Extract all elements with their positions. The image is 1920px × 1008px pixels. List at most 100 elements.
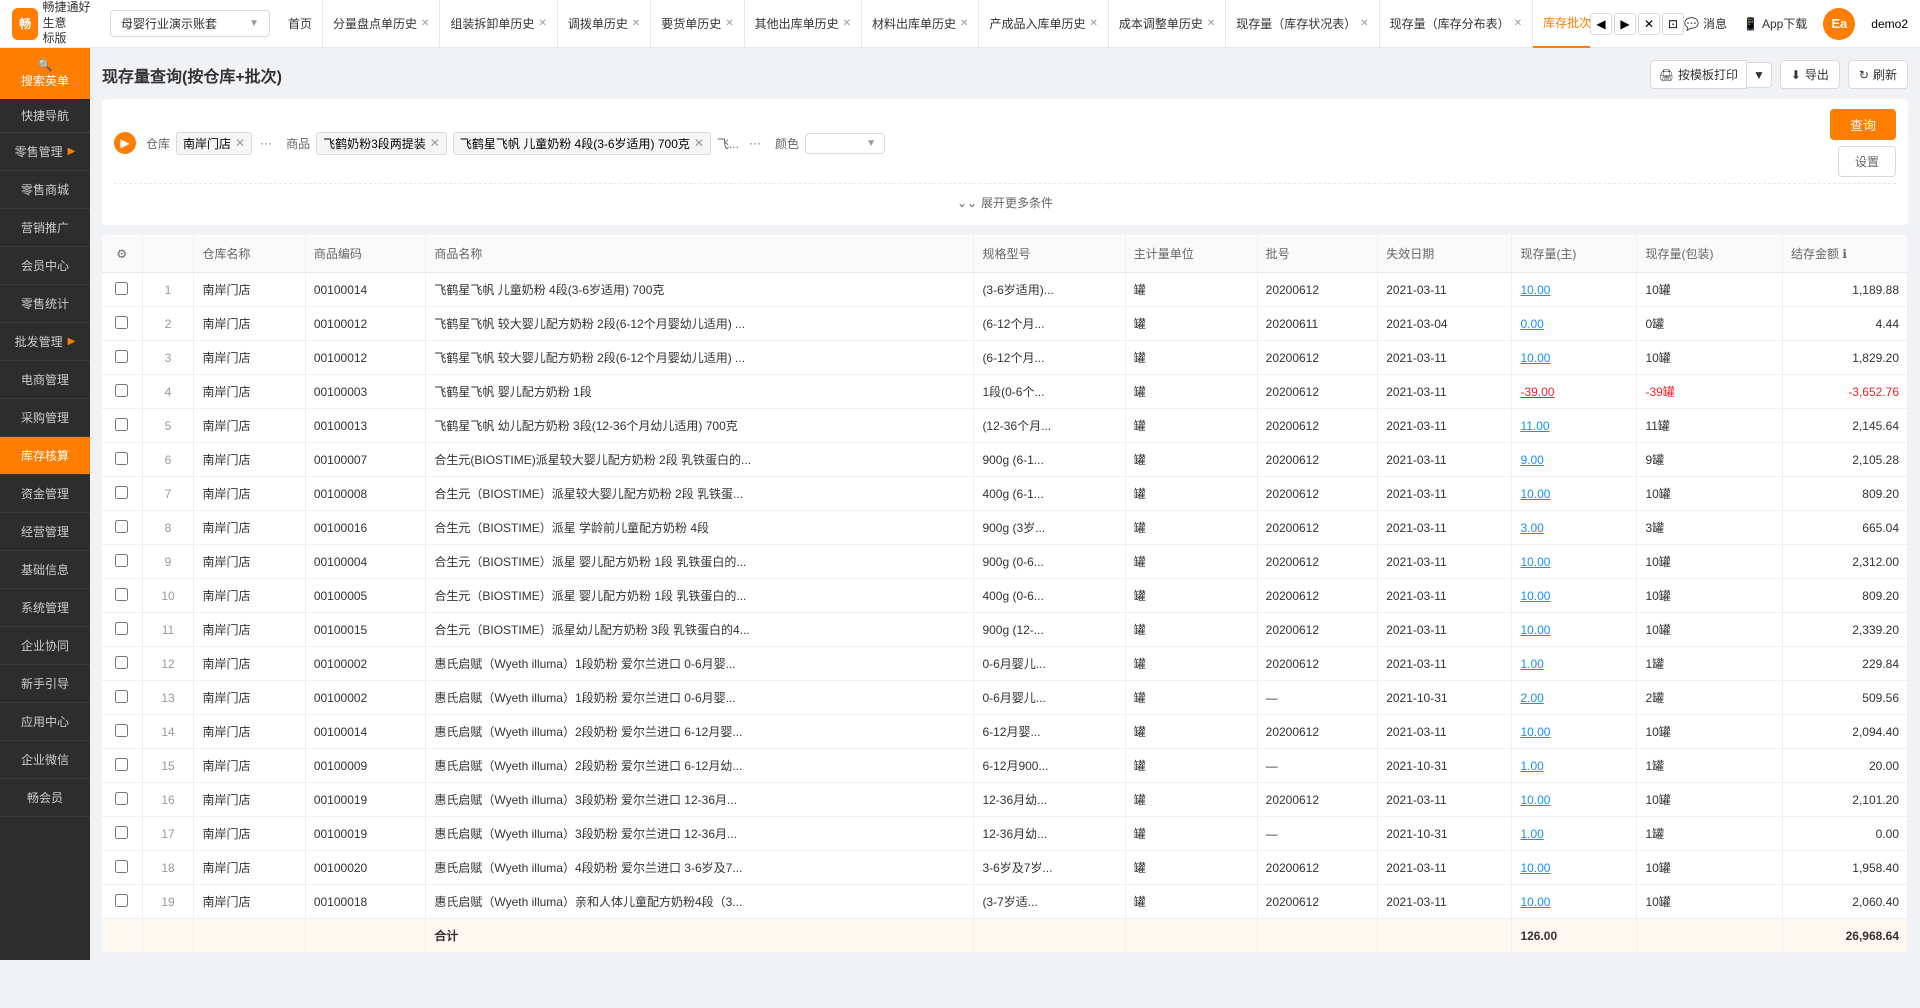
tab-transfer[interactable]: 调拨单历史 ✕	[558, 0, 651, 48]
tab-close-stock-dist[interactable]: ✕	[1514, 18, 1522, 29]
tab-stock-status[interactable]: 现存量（库存状况表） ✕	[1226, 0, 1379, 48]
sidebar-item-marketing[interactable]: 营销推广	[0, 209, 90, 247]
sidebar-item-quick-nav[interactable]: 快捷导航	[0, 99, 90, 133]
th-setting[interactable]: ⚙	[102, 235, 142, 273]
sidebar-item-purchase[interactable]: 采购管理	[0, 399, 90, 437]
sidebar-item-wholesale[interactable]: 批发管理 ▶	[0, 323, 90, 361]
product-more[interactable]: ···	[745, 136, 765, 150]
cell-checkbox[interactable]	[102, 715, 142, 749]
tab-stock-dist[interactable]: 现存量（库存分布表） ✕	[1380, 0, 1533, 48]
sidebar-item-retail-mall[interactable]: 零售商城	[0, 171, 90, 209]
sidebar-item-app-center[interactable]: 应用中心	[0, 703, 90, 741]
cell-stock-main[interactable]: 10.00	[1512, 341, 1637, 375]
tab-close-partial-inventory[interactable]: ✕	[421, 18, 429, 29]
template-print-dropdown[interactable]: ▼	[1747, 62, 1772, 88]
export-button[interactable]: ⬇ 导出	[1780, 60, 1840, 89]
tab-close-cost-adjust[interactable]: ✕	[1207, 18, 1215, 29]
settings-button[interactable]: 设置	[1838, 146, 1896, 177]
cell-stock-main[interactable]: 0.00	[1512, 307, 1637, 341]
row-checkbox[interactable]	[115, 452, 128, 465]
nav-left-button[interactable]: ◀	[1590, 13, 1612, 35]
sidebar-item-system[interactable]: 系统管理	[0, 589, 90, 627]
query-button[interactable]: 查询	[1830, 109, 1896, 140]
cell-checkbox[interactable]	[102, 783, 142, 817]
cell-stock-main[interactable]: 10.00	[1512, 273, 1637, 307]
cell-stock-main[interactable]: 1.00	[1512, 647, 1637, 681]
cell-checkbox[interactable]	[102, 851, 142, 885]
nav-close-button[interactable]: ✕	[1638, 13, 1660, 35]
cell-stock-main[interactable]: 9.00	[1512, 443, 1637, 477]
cell-checkbox[interactable]	[102, 273, 142, 307]
user-avatar[interactable]: Ea	[1823, 8, 1855, 40]
tab-requisition[interactable]: 要货单历史 ✕	[651, 0, 744, 48]
filter-expand-button[interactable]: ▶	[114, 132, 136, 154]
cell-checkbox[interactable]	[102, 409, 142, 443]
tab-close-product-in[interactable]: ✕	[1089, 18, 1097, 29]
tab-close-transfer[interactable]: ✕	[632, 18, 640, 29]
cell-checkbox[interactable]	[102, 477, 142, 511]
row-checkbox[interactable]	[115, 758, 128, 771]
tab-partial-inventory[interactable]: 分量盘点单历史 ✕	[323, 0, 440, 48]
cell-checkbox[interactable]	[102, 511, 142, 545]
row-checkbox[interactable]	[115, 690, 128, 703]
cell-stock-main[interactable]: 10.00	[1512, 851, 1637, 885]
cell-stock-main[interactable]: 1.00	[1512, 749, 1637, 783]
sidebar-item-enterprise[interactable]: 企业协同	[0, 627, 90, 665]
cell-stock-main[interactable]: 10.00	[1512, 783, 1637, 817]
row-checkbox[interactable]	[115, 418, 128, 431]
row-checkbox[interactable]	[115, 554, 128, 567]
tab-close-requisition[interactable]: ✕	[725, 18, 733, 29]
cell-checkbox[interactable]	[102, 307, 142, 341]
row-checkbox[interactable]	[115, 656, 128, 669]
color-select[interactable]: ▼	[805, 133, 885, 154]
cell-checkbox[interactable]	[102, 375, 142, 409]
row-checkbox[interactable]	[115, 724, 128, 737]
warehouse-more[interactable]: ···	[256, 136, 276, 150]
sidebar-item-inventory[interactable]: 库存核算	[0, 437, 90, 475]
cell-stock-main[interactable]: 10.00	[1512, 545, 1637, 579]
row-checkbox[interactable]	[115, 894, 128, 907]
cell-checkbox[interactable]	[102, 341, 142, 375]
tab-home[interactable]: 首页	[278, 0, 323, 48]
cell-stock-main[interactable]: 10.00	[1512, 579, 1637, 613]
cell-stock-main[interactable]: -39.00	[1512, 375, 1637, 409]
tab-close-material-out[interactable]: ✕	[960, 18, 968, 29]
sidebar-item-retail-stats[interactable]: 零售统计	[0, 285, 90, 323]
cell-stock-main[interactable]: 3.00	[1512, 511, 1637, 545]
sidebar-item-ecommerce[interactable]: 电商管理	[0, 361, 90, 399]
product-tag-1-close[interactable]: ✕	[694, 136, 704, 150]
industry-selector[interactable]: 母婴行业演示账套 ▼	[110, 10, 270, 37]
cell-checkbox[interactable]	[102, 817, 142, 851]
row-checkbox[interactable]	[115, 486, 128, 499]
cell-stock-main[interactable]: 10.00	[1512, 715, 1637, 749]
tab-material-out[interactable]: 材料出库单历史 ✕	[862, 0, 979, 48]
row-checkbox[interactable]	[115, 792, 128, 805]
tab-product-in[interactable]: 产成品入库单历史 ✕	[979, 0, 1108, 48]
cell-checkbox[interactable]	[102, 647, 142, 681]
tab-close-disassemble[interactable]: ✕	[538, 18, 546, 29]
cell-stock-main[interactable]: 11.00	[1512, 409, 1637, 443]
row-checkbox[interactable]	[115, 316, 128, 329]
tab-close-other-out[interactable]: ✕	[843, 18, 851, 29]
row-checkbox[interactable]	[115, 622, 128, 635]
cell-checkbox[interactable]	[102, 545, 142, 579]
sidebar-item-wechat[interactable]: 企业微信	[0, 741, 90, 779]
cell-checkbox[interactable]	[102, 885, 142, 919]
sidebar-item-search[interactable]: 🔍 搜索英单	[0, 48, 90, 99]
refresh-button[interactable]: ↻ 刷新	[1848, 60, 1908, 89]
cell-checkbox[interactable]	[102, 443, 142, 477]
warehouse-tag-close[interactable]: ✕	[235, 136, 245, 150]
cell-checkbox[interactable]	[102, 749, 142, 783]
message-button[interactable]: 💬 消息	[1684, 15, 1727, 32]
cell-checkbox[interactable]	[102, 681, 142, 715]
row-checkbox[interactable]	[115, 350, 128, 363]
sidebar-item-guide[interactable]: 新手引导	[0, 665, 90, 703]
cell-stock-main[interactable]: 10.00	[1512, 885, 1637, 919]
cell-checkbox[interactable]	[102, 579, 142, 613]
sidebar-item-operations[interactable]: 经营管理	[0, 513, 90, 551]
sidebar-item-member2[interactable]: 畅会员	[0, 779, 90, 817]
template-print-button[interactable]: 🖨 按模板打印	[1650, 60, 1747, 89]
tab-cost-adjust[interactable]: 成本调整单历史 ✕	[1109, 0, 1226, 48]
app-download-button[interactable]: 📱 App下载	[1743, 15, 1807, 32]
row-checkbox[interactable]	[115, 520, 128, 533]
